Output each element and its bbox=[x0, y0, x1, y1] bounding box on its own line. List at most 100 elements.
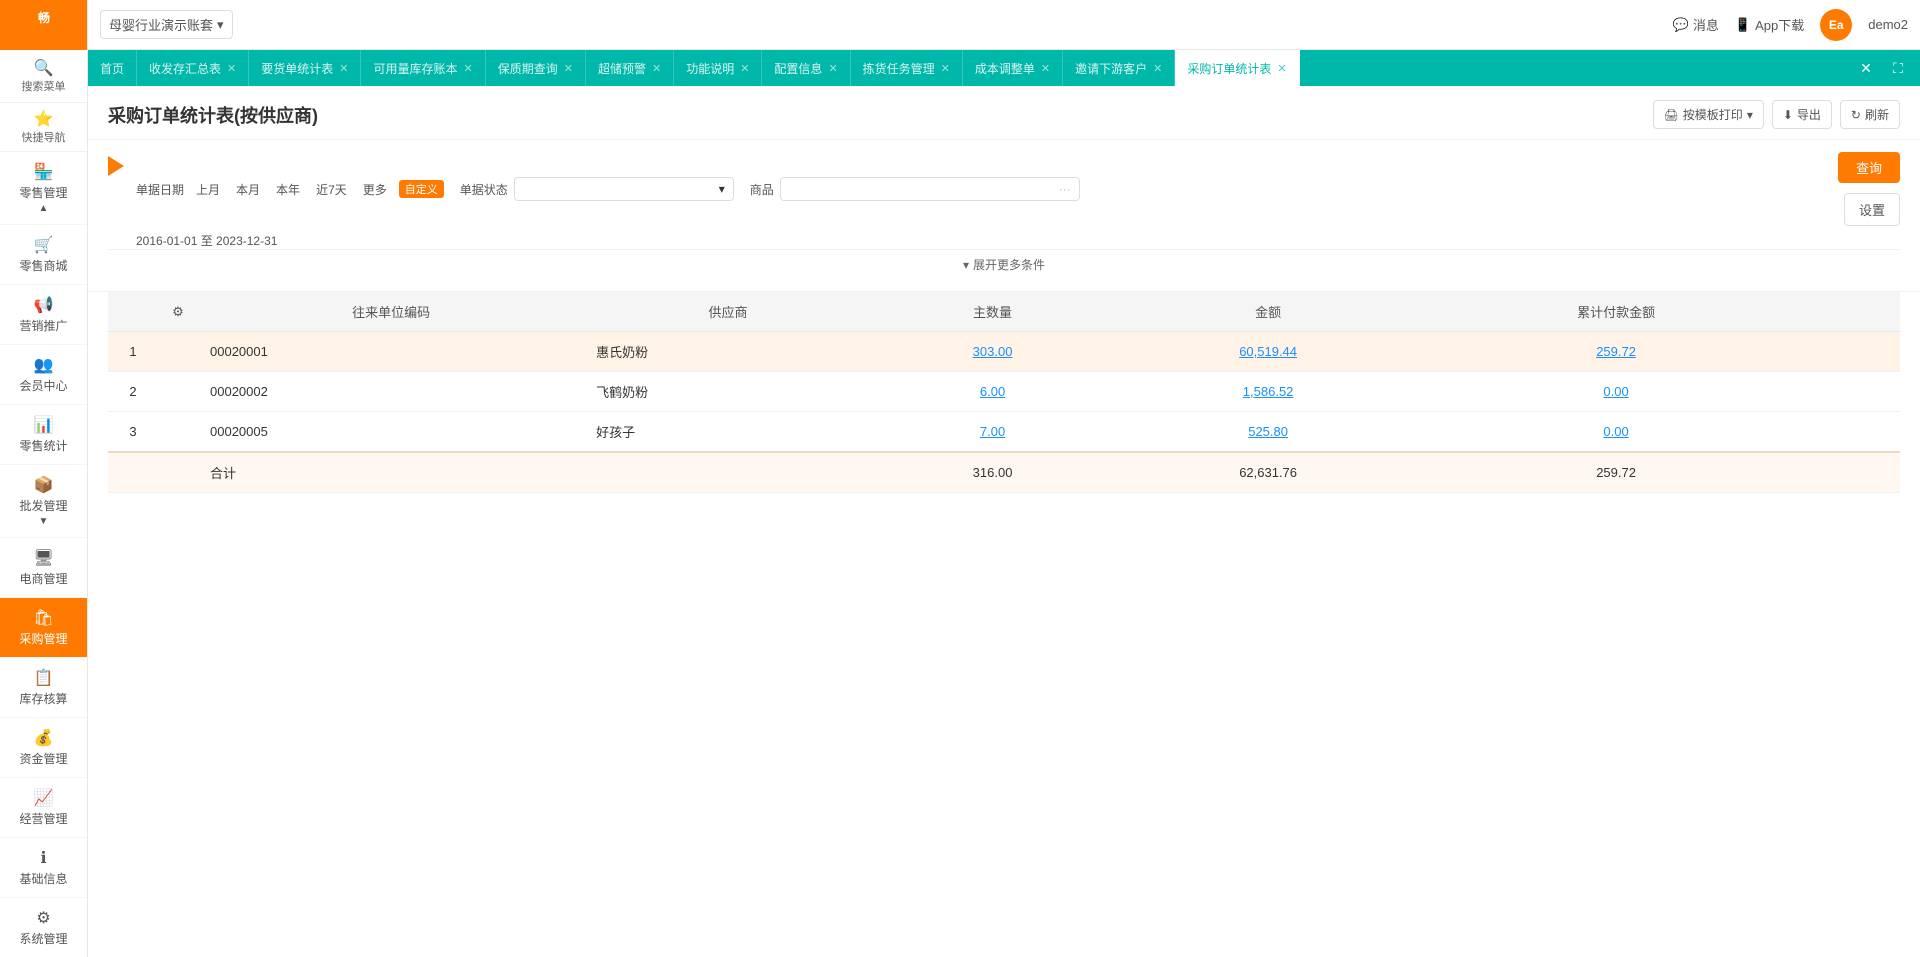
marketing-icon: 📢 bbox=[34, 295, 54, 315]
row-amount-2: 525.80 bbox=[1113, 412, 1423, 453]
table-header-row: ⚙ 往来单位编码 供应商 主数量 金额 累计付款金额 bbox=[108, 292, 1900, 332]
expand-filter-btn[interactable]: ▾ 展开更多条件 bbox=[108, 249, 1900, 279]
date-custom-badge[interactable]: 自定义 bbox=[399, 180, 444, 198]
tab-peizhi[interactable]: 配置信息 ✕ bbox=[762, 50, 850, 86]
row-supplier-name-0: 惠氏奶粉 bbox=[584, 332, 872, 372]
tab-peizhi-close[interactable]: ✕ bbox=[828, 62, 837, 75]
tab-keyongliang-close[interactable]: ✕ bbox=[464, 62, 473, 75]
sidebar-item-retail[interactable]: 🏪 零售管理 ▲ bbox=[0, 152, 87, 225]
sidebar-item-retailshop[interactable]: 🛒 零售商城 bbox=[0, 225, 87, 285]
tab-caigoudingdan-close[interactable]: ✕ bbox=[1277, 62, 1286, 75]
sidebar-item-wholesale[interactable]: 📦 批发管理 ▼ bbox=[0, 465, 87, 538]
status-chevron-icon: ▾ bbox=[719, 182, 725, 196]
tab-chaochuyujing[interactable]: 超储预警 ✕ bbox=[586, 50, 674, 86]
sidebar-item-finance[interactable]: 💰 资金管理 bbox=[0, 718, 87, 778]
settings-button[interactable]: 设置 bbox=[1844, 193, 1900, 226]
filter-row-1: 单据日期 上月 本月 本年 近7天 更多 自定义 bbox=[136, 152, 1900, 226]
status-select[interactable]: ▾ bbox=[514, 177, 734, 201]
tab-yaoqingxiayouke[interactable]: 邀请下游客户 ✕ bbox=[1063, 50, 1175, 86]
sidebar-item-operations[interactable]: 📈 经营管理 bbox=[0, 778, 87, 838]
sidebar-item-purchase[interactable]: 🛍 采购管理 bbox=[0, 598, 87, 658]
sidebar-item-basic[interactable]: ℹ 基础信息 bbox=[0, 838, 87, 898]
row-extra-0 bbox=[1809, 332, 1900, 372]
tab-gongnengwensi-close[interactable]: ✕ bbox=[740, 62, 749, 75]
tab-chaochuyujing-label: 超储预警 bbox=[598, 60, 646, 77]
col-supplier-name: 供应商 bbox=[584, 292, 872, 332]
tab-yaohuo[interactable]: 要货单统计表 ✕ bbox=[249, 50, 361, 86]
sidebar-item-marketing[interactable]: 📢 营销推广 bbox=[0, 285, 87, 345]
row-paid-amount-0: 259.72 bbox=[1423, 332, 1809, 372]
purchase-icon: 🛍 bbox=[33, 608, 53, 628]
row-amount-1: 1,586.52 bbox=[1113, 372, 1423, 412]
date-shortcut-this-year[interactable]: 本年 bbox=[270, 179, 306, 200]
date-shortcut-more[interactable]: 更多 bbox=[357, 179, 393, 200]
tab-gongnengwensi[interactable]: 功能说明 ✕ bbox=[674, 50, 762, 86]
user-avatar[interactable]: Ea bbox=[1820, 9, 1852, 41]
marketing-label: 营销推广 bbox=[19, 317, 67, 334]
tab-peihuorenwu-label: 拣货任务管理 bbox=[863, 60, 935, 77]
refresh-label: 刷新 bbox=[1865, 106, 1889, 123]
workspace-selector[interactable]: 母婴行业演示账套 ▾ bbox=[100, 10, 233, 39]
row-supplier-code-1: 00020002 bbox=[198, 372, 584, 412]
sidebar-item-retailstats[interactable]: 📊 零售统计 bbox=[0, 405, 87, 465]
tab-shoufaqhui-close[interactable]: ✕ bbox=[227, 62, 236, 75]
tab-home[interactable]: 首页 bbox=[88, 50, 137, 86]
tab-caigoudingdan[interactable]: 采购订单统计表 ✕ bbox=[1175, 50, 1299, 86]
goods-input[interactable] bbox=[789, 182, 1055, 196]
tab-baozhiqi[interactable]: 保质期查询 ✕ bbox=[486, 50, 586, 86]
sidebar-item-ecommerce[interactable]: 🖥 电商管理 bbox=[0, 538, 87, 598]
print-button[interactable]: 🖨 按模板打印 ▾ bbox=[1653, 100, 1764, 129]
goods-more-icon[interactable]: ··· bbox=[1059, 182, 1071, 196]
filter-toggle-btn[interactable] bbox=[108, 156, 124, 176]
tab-peihuorenwu-close[interactable]: ✕ bbox=[941, 62, 950, 75]
row-extra-1 bbox=[1809, 372, 1900, 412]
export-button[interactable]: ⬇ 导出 bbox=[1772, 100, 1832, 129]
tab-chenbendiaozheng-close[interactable]: ✕ bbox=[1041, 62, 1050, 75]
tab-baozhiqi-close[interactable]: ✕ bbox=[564, 62, 573, 75]
expand-filter-label: 展开更多条件 bbox=[973, 256, 1045, 273]
col-supplier-code: 往来单位编码 bbox=[198, 292, 584, 332]
retailshop-icon: 🛒 bbox=[34, 235, 54, 255]
workspace-chevron: ▾ bbox=[217, 17, 224, 33]
ecommerce-label: 电商管理 bbox=[19, 570, 67, 587]
page-title: 采购订单统计表(按供应商) bbox=[108, 102, 318, 128]
table-container: ⚙ 往来单位编码 供应商 主数量 金额 累计付款金额 1 00020001 惠氏 bbox=[88, 292, 1920, 513]
sidebar-item-quicknav[interactable]: ⭐ 快捷导航 bbox=[0, 103, 87, 152]
sidebar-item-search[interactable]: 🔍 搜索菜单 bbox=[0, 50, 87, 103]
export-label: 导出 bbox=[1797, 106, 1821, 123]
system-icon: ⚙ bbox=[36, 908, 50, 928]
app-download-btn[interactable]: 📱 App下载 bbox=[1735, 15, 1804, 34]
date-shortcut-last-month[interactable]: 上月 bbox=[190, 179, 226, 200]
tab-keyongliang-label: 可用量库存账本 bbox=[373, 60, 457, 77]
query-button[interactable]: 查询 bbox=[1838, 152, 1900, 183]
app-logo[interactable]: 畅 标题 bbox=[0, 0, 87, 50]
tab-chenbendiaozheng[interactable]: 成本调整单 ✕ bbox=[963, 50, 1063, 86]
tab-shoufaqhui[interactable]: 收发存汇总表 ✕ bbox=[137, 50, 249, 86]
table-row[interactable]: 3 00020005 好孩子 7.00 525.80 0.00 bbox=[108, 412, 1900, 453]
wholesale-label: 批发管理 bbox=[19, 497, 67, 514]
table-row[interactable]: 1 00020001 惠氏奶粉 303.00 60,519.44 259.72 bbox=[108, 332, 1900, 372]
retail-label: 零售管理 bbox=[19, 184, 67, 201]
message-icon: 💬 bbox=[1673, 17, 1689, 33]
date-shortcut-this-month[interactable]: 本月 bbox=[230, 179, 266, 200]
tab-close-all-btn[interactable]: ✕ bbox=[1852, 54, 1880, 82]
table-row[interactable]: 2 00020002 飞鹤奶粉 6.00 1,586.52 0.00 bbox=[108, 372, 1900, 412]
sidebar-item-system[interactable]: ⚙ 系统管理 bbox=[0, 898, 87, 957]
tab-maximize-btn[interactable]: ⛶ bbox=[1884, 54, 1912, 82]
refresh-button[interactable]: ↻ 刷新 bbox=[1840, 100, 1900, 129]
page-content: 采购订单统计表(按供应商) 🖨 按模板打印 ▾ ⬇ 导出 ↻ 刷新 bbox=[88, 86, 1920, 957]
row-quantity-2: 7.00 bbox=[872, 412, 1113, 453]
retail-icon: 🏪 bbox=[34, 162, 54, 182]
date-shortcut-7days[interactable]: 近7天 bbox=[310, 179, 353, 200]
tab-chaochuyujing-close[interactable]: ✕ bbox=[652, 62, 661, 75]
message-btn[interactable]: 💬 消息 bbox=[1673, 15, 1719, 34]
tab-yaoqingxiayouke-close[interactable]: ✕ bbox=[1153, 62, 1162, 75]
tab-yaohuo-close[interactable]: ✕ bbox=[339, 62, 348, 75]
col-settings-icon[interactable]: ⚙ bbox=[172, 304, 184, 319]
sidebar-quicknav-label: 快捷导航 bbox=[4, 129, 83, 145]
date-range-row: 2016-01-01 至 2023-12-31 bbox=[136, 232, 1900, 249]
tab-keyongliang[interactable]: 可用量库存账本 ✕ bbox=[361, 50, 485, 86]
tab-peihuorenwu[interactable]: 拣货任务管理 ✕ bbox=[851, 50, 963, 86]
sidebar-item-members[interactable]: 👥 会员中心 bbox=[0, 345, 87, 405]
sidebar-item-inventory[interactable]: 📋 库存核算 bbox=[0, 658, 87, 718]
